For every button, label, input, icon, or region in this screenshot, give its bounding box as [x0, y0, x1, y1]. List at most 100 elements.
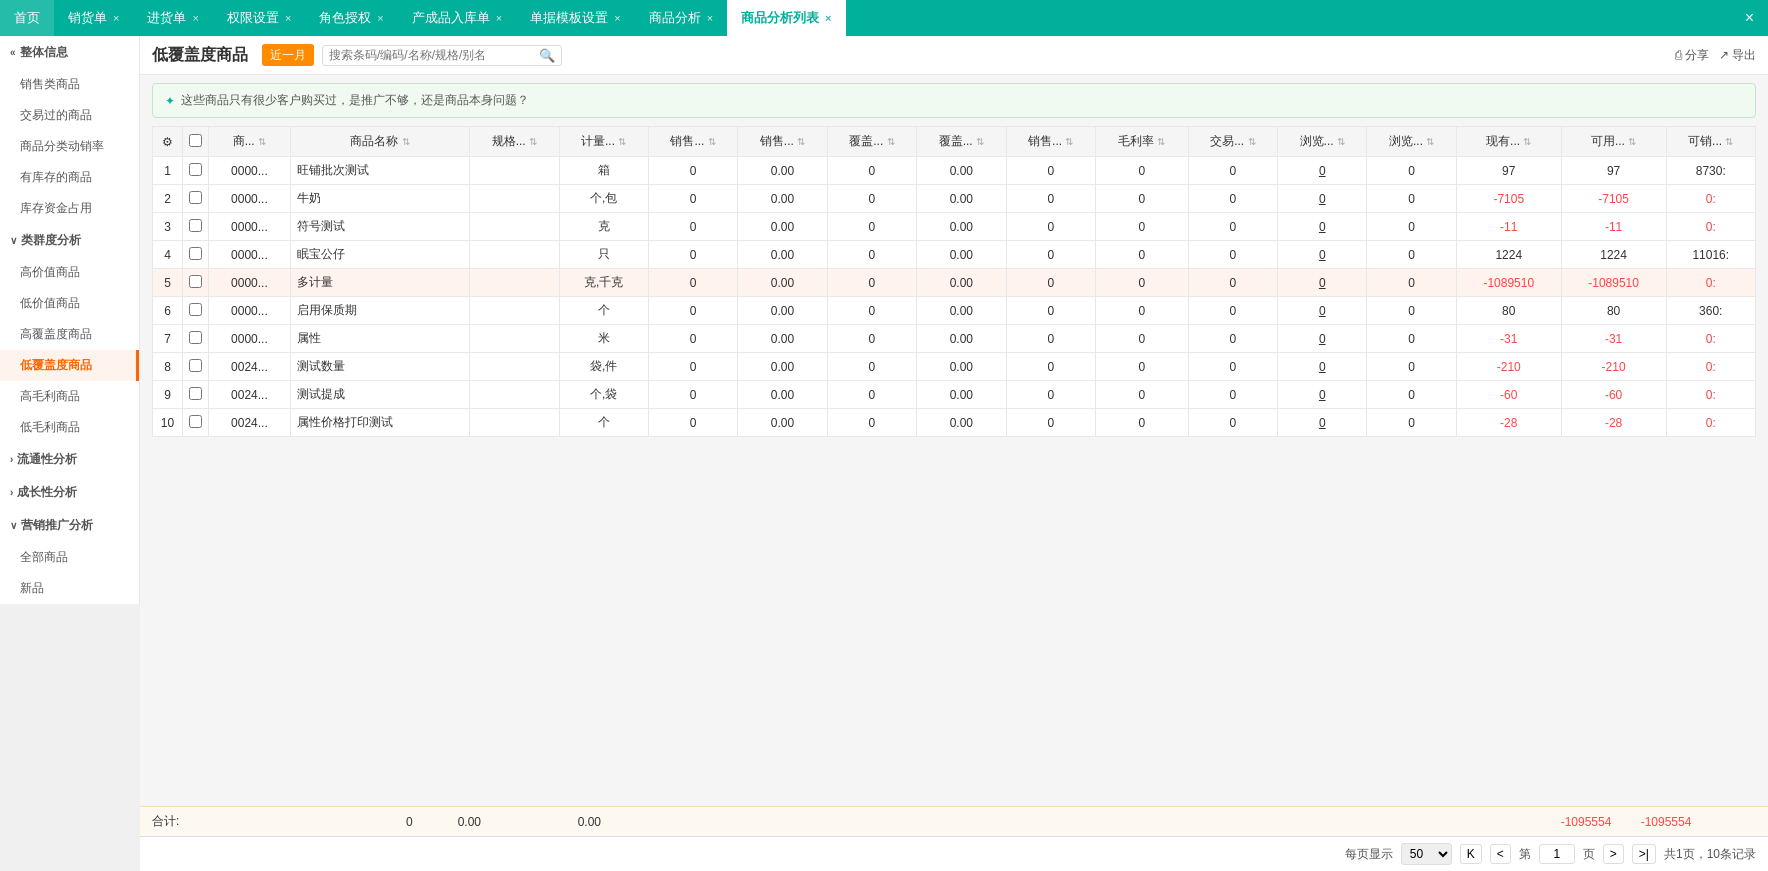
period-button[interactable]: 近一月 [262, 44, 314, 66]
row-check[interactable] [189, 331, 202, 344]
select-all-checkbox[interactable] [189, 134, 202, 147]
nav-product-analysis[interactable]: 商品分析 × [635, 0, 727, 36]
row-checkbox[interactable] [183, 213, 209, 241]
close-product-analysis-icon[interactable]: × [707, 0, 713, 36]
spec-column-header[interactable]: 规格... ⇅ [470, 127, 559, 157]
page-number-input[interactable] [1539, 844, 1575, 864]
close-role-icon[interactable]: × [377, 0, 383, 36]
row-browse1[interactable]: 0 [1278, 381, 1367, 409]
sidebar-item-all-goods[interactable]: 全部商品 [0, 542, 139, 573]
row-check[interactable] [189, 219, 202, 232]
sidebar-section-marketing[interactable]: ∨ 营销推广分析 [0, 509, 139, 542]
sales-qty-column-header[interactable]: 销售... ⇅ [648, 127, 737, 157]
nav-sales[interactable]: 销货单 × [54, 0, 133, 36]
row-browse1[interactable]: 0 [1278, 157, 1367, 185]
close-permission-icon[interactable]: × [285, 0, 291, 36]
row-check[interactable] [189, 163, 202, 176]
first-page-button[interactable]: K [1460, 844, 1482, 864]
close-product-in-icon[interactable]: × [496, 0, 502, 36]
sidebar-item-high-coverage[interactable]: 高覆盖度商品 [0, 319, 139, 350]
nav-product-analysis-list[interactable]: 商品分析列表 × [727, 0, 845, 36]
saleable-column-header[interactable]: 可销... ⇅ [1666, 127, 1756, 157]
row-checkbox[interactable] [183, 269, 209, 297]
row-check[interactable] [189, 247, 202, 260]
row-checkbox[interactable] [183, 381, 209, 409]
cover2-column-header[interactable]: 覆盖... ⇅ [917, 127, 1006, 157]
sidebar-item-new-goods[interactable]: 新品 [0, 573, 139, 604]
row-trade: 0 [1188, 381, 1277, 409]
row-browse1[interactable]: 0 [1278, 241, 1367, 269]
window-close-button[interactable]: × [1731, 0, 1768, 36]
cover1-column-header[interactable]: 覆盖... ⇅ [827, 127, 916, 157]
row-check[interactable] [189, 275, 202, 288]
row-browse1[interactable]: 0 [1278, 213, 1367, 241]
sidebar-item-category-rate[interactable]: 商品分类动销率 [0, 131, 139, 162]
share-button[interactable]: ⎙ 分享 [1675, 47, 1709, 64]
row-browse1[interactable]: 0 [1278, 325, 1367, 353]
page-size-select[interactable]: 50 100 200 [1401, 843, 1452, 865]
row-browse1[interactable]: 0 [1278, 409, 1367, 437]
export-button[interactable]: ↗ 导出 [1719, 47, 1756, 64]
row-browse1[interactable]: 0 [1278, 269, 1367, 297]
prev-page-button[interactable]: < [1490, 844, 1511, 864]
last-page-button[interactable]: >| [1632, 844, 1656, 864]
browse2-column-header[interactable]: 浏览... ⇅ [1367, 127, 1456, 157]
row-checkbox[interactable] [183, 157, 209, 185]
sidebar-section-overall[interactable]: « 整体信息 [0, 36, 139, 69]
sidebar-section-group[interactable]: ∨ 类群度分析 [0, 224, 139, 257]
gross-column-header[interactable]: 毛利率 ⇅ [1095, 127, 1188, 157]
row-checkbox[interactable] [183, 409, 209, 437]
sidebar-item-traded-goods[interactable]: 交易过的商品 [0, 100, 139, 131]
browse1-column-header[interactable]: 浏览... ⇅ [1278, 127, 1367, 157]
row-check[interactable] [189, 191, 202, 204]
sidebar-item-inventory-capital[interactable]: 库存资金占用 [0, 193, 139, 224]
sidebar-item-sales-goods[interactable]: 销售类商品 [0, 69, 139, 100]
row-check[interactable] [189, 415, 202, 428]
nav-home[interactable]: 首页 [0, 0, 54, 36]
sales-amt-column-header[interactable]: 销售... ⇅ [738, 127, 827, 157]
sidebar-item-low-value[interactable]: 低价值商品 [0, 288, 139, 319]
search-icon: 🔍 [539, 48, 555, 63]
name-column-header[interactable]: 商品名称 ⇅ [290, 127, 469, 157]
close-purchase-icon[interactable]: × [192, 0, 198, 36]
sidebar-item-high-value[interactable]: 高价值商品 [0, 257, 139, 288]
checkbox-column-header [183, 127, 209, 157]
row-checkbox[interactable] [183, 297, 209, 325]
code-column-header[interactable]: 商... ⇅ [209, 127, 291, 157]
row-checkbox[interactable] [183, 185, 209, 213]
trade-column-header[interactable]: 交易... ⇅ [1188, 127, 1277, 157]
sidebar-item-low-gross[interactable]: 低毛利商品 [0, 412, 139, 443]
sidebar-item-low-coverage[interactable]: 低覆盖度商品 [0, 350, 139, 381]
sidebar-section-liquidity[interactable]: › 流通性分析 [0, 443, 139, 476]
row-check[interactable] [189, 303, 202, 316]
close-template-icon[interactable]: × [614, 0, 620, 36]
nav-purchase[interactable]: 进货单 × [133, 0, 212, 36]
row-check[interactable] [189, 387, 202, 400]
row-browse1[interactable]: 0 [1278, 185, 1367, 213]
nav-template[interactable]: 单据模板设置 × [516, 0, 634, 36]
row-check[interactable] [189, 359, 202, 372]
row-spec [470, 185, 559, 213]
close-analysis-list-icon[interactable]: × [825, 0, 831, 36]
row-name: 多计量 [290, 269, 469, 297]
row-browse1[interactable]: 0 [1278, 297, 1367, 325]
sidebar-section-growth[interactable]: › 成长性分析 [0, 476, 139, 509]
search-input[interactable] [329, 48, 539, 62]
current-column-header[interactable]: 现有... ⇅ [1456, 127, 1561, 157]
nav-product-in[interactable]: 产成品入库单 × [398, 0, 516, 36]
row-checkbox[interactable] [183, 353, 209, 381]
sales3-column-header[interactable]: 销售... ⇅ [1006, 127, 1095, 157]
row-browse1[interactable]: 0 [1278, 353, 1367, 381]
nav-permission[interactable]: 权限设置 × [213, 0, 305, 36]
row-checkbox[interactable] [183, 241, 209, 269]
close-sales-icon[interactable]: × [113, 0, 119, 36]
sidebar-item-high-gross[interactable]: 高毛利商品 [0, 381, 139, 412]
row-checkbox[interactable] [183, 325, 209, 353]
unit-column-header[interactable]: 计量... ⇅ [559, 127, 648, 157]
nav-role[interactable]: 角色授权 × [305, 0, 397, 36]
row-available: -11 [1561, 213, 1666, 241]
next-page-button[interactable]: > [1603, 844, 1624, 864]
settings-column-header[interactable]: ⚙ [153, 127, 183, 157]
available-column-header[interactable]: 可用... ⇅ [1561, 127, 1666, 157]
sidebar-item-inventory-goods[interactable]: 有库存的商品 [0, 162, 139, 193]
